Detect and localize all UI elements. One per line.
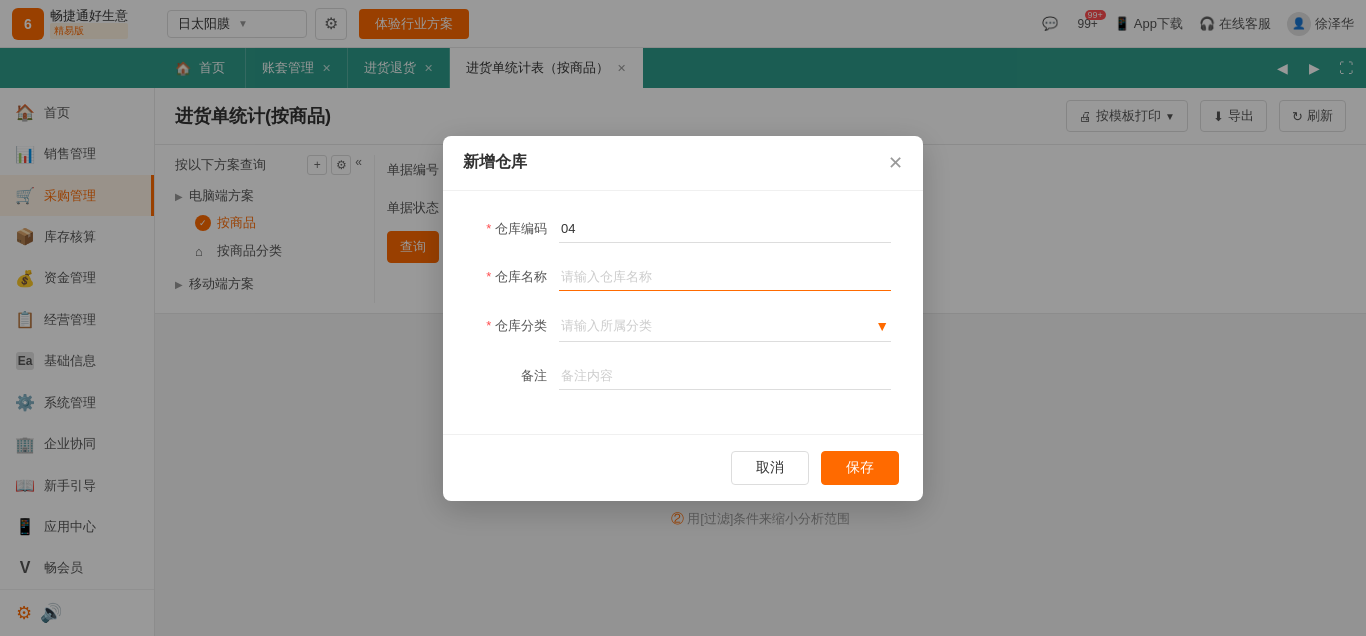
category-select[interactable]: 请输入所属分类 ▼ [559,311,891,342]
remark-input[interactable] [559,362,891,390]
form-row-code: 仓库编码 [475,215,891,243]
modal-header: 新增仓库 ✕ [443,136,923,191]
save-button[interactable]: 保存 [821,451,899,485]
cancel-button[interactable]: 取消 [731,451,809,485]
code-input[interactable] [559,215,891,243]
name-input[interactable] [559,263,891,291]
name-label: 仓库名称 [475,268,547,286]
add-warehouse-modal: 新增仓库 ✕ 仓库编码 仓库名称 仓库分类 请输入所属分类 ▼ [443,136,923,501]
modal-title: 新增仓库 [463,152,527,173]
modal-body: 仓库编码 仓库名称 仓库分类 请输入所属分类 ▼ 备注 [443,191,923,434]
category-select-arrow: ▼ [875,318,889,334]
form-row-category: 仓库分类 请输入所属分类 ▼ [475,311,891,342]
modal-footer: 取消 保存 [443,434,923,501]
form-row-remark: 备注 [475,362,891,390]
form-row-name: 仓库名称 [475,263,891,291]
modal-close-btn[interactable]: ✕ [888,152,903,174]
modal-overlay: 新增仓库 ✕ 仓库编码 仓库名称 仓库分类 请输入所属分类 ▼ [0,0,1366,636]
category-label: 仓库分类 [475,317,547,335]
remark-label: 备注 [475,367,547,385]
code-label: 仓库编码 [475,220,547,238]
